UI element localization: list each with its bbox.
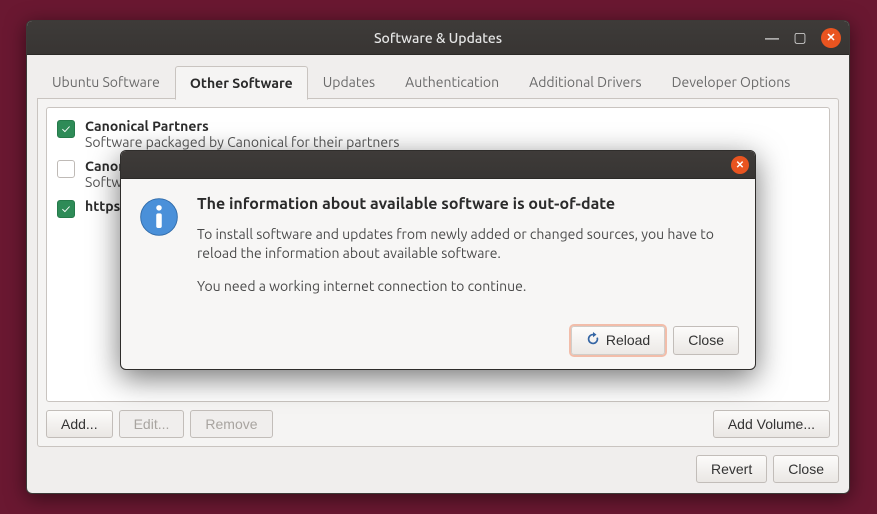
reload-button[interactable]: Reload xyxy=(571,326,665,355)
dialog-titlebar: ✕ xyxy=(121,151,755,179)
list-item[interactable]: ✓ Canonical Partners Software packaged b… xyxy=(51,114,825,154)
dialog-close-icon[interactable]: ✕ xyxy=(731,156,749,174)
checkbox-icon[interactable] xyxy=(57,160,75,178)
dialog-text: To install software and updates from new… xyxy=(197,225,735,263)
remove-button: Remove xyxy=(190,410,272,438)
window-title: Software & Updates xyxy=(374,30,502,46)
reload-icon xyxy=(586,332,600,349)
dialog-text: You need a working internet connection t… xyxy=(197,277,735,296)
checkbox-icon[interactable]: ✓ xyxy=(57,120,75,138)
tab-bar: Ubuntu Software Other Software Updates A… xyxy=(27,55,849,99)
source-desc: Software packaged by Canonical for their… xyxy=(85,134,399,150)
minimize-icon[interactable]: — xyxy=(765,31,779,45)
close-button[interactable]: Close xyxy=(773,455,839,483)
checkbox-icon[interactable]: ✓ xyxy=(57,200,75,218)
tab-authentication[interactable]: Authentication xyxy=(390,65,514,99)
close-icon[interactable]: ✕ xyxy=(821,28,841,48)
add-button[interactable]: Add... xyxy=(46,410,113,438)
dialog-close-button[interactable]: Close xyxy=(673,326,739,355)
revert-button[interactable]: Revert xyxy=(696,455,767,483)
footer: Revert Close xyxy=(27,447,849,493)
reload-label: Reload xyxy=(606,332,650,348)
add-volume-button[interactable]: Add Volume... xyxy=(713,410,830,438)
source-title: Canonical Partners xyxy=(85,118,399,134)
panel-button-row: Add... Edit... Remove Add Volume... xyxy=(46,402,830,438)
titlebar: Software & Updates — ▢ ✕ xyxy=(27,21,849,55)
tab-other-software[interactable]: Other Software xyxy=(175,66,308,100)
tab-ubuntu-software[interactable]: Ubuntu Software xyxy=(37,65,175,99)
tab-developer-options[interactable]: Developer Options xyxy=(657,65,806,99)
tab-updates[interactable]: Updates xyxy=(308,65,390,99)
reload-dialog: ✕ The information about available softwa… xyxy=(120,150,756,370)
dialog-heading: The information about available software… xyxy=(197,195,735,213)
source-title: https: xyxy=(85,198,124,214)
edit-button: Edit... xyxy=(119,410,185,438)
info-icon xyxy=(137,195,181,239)
maximize-icon[interactable]: ▢ xyxy=(793,31,807,45)
tab-additional-drivers[interactable]: Additional Drivers xyxy=(514,65,657,99)
